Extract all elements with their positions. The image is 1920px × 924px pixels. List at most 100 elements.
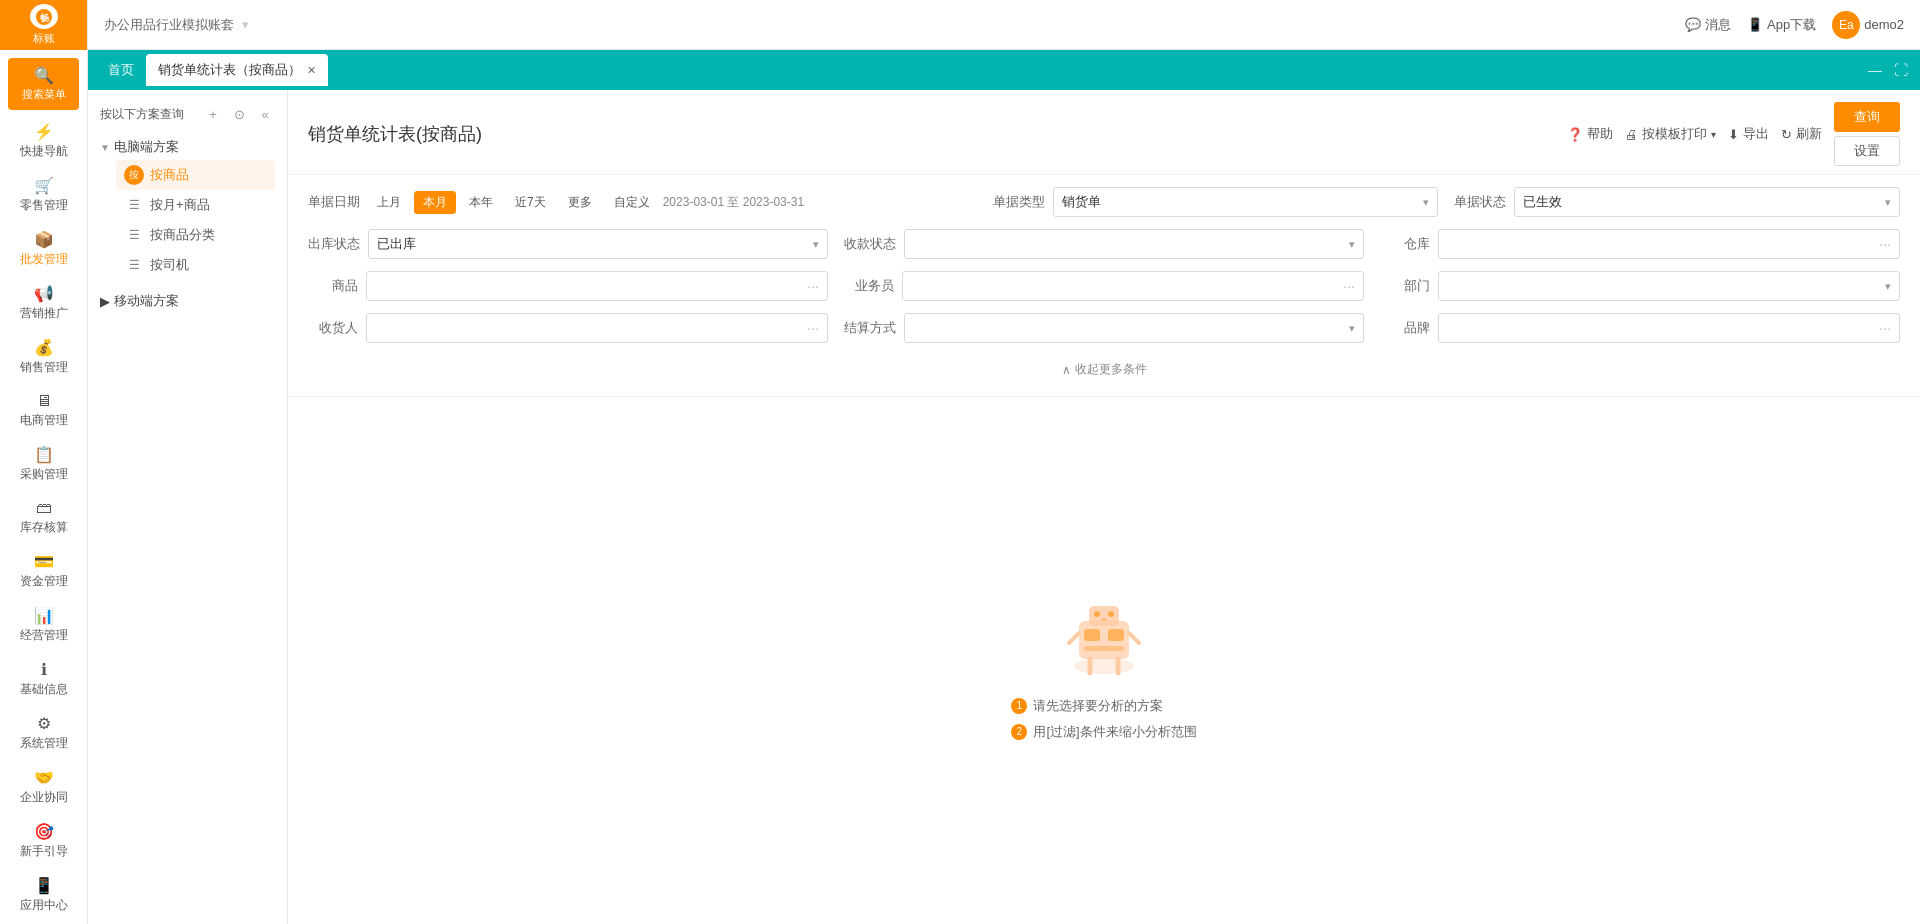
industry-label: 办公用品行业模拟账套: [104, 16, 234, 34]
empty-illustration: [1054, 581, 1154, 681]
add-scheme-btn[interactable]: +: [203, 104, 223, 124]
doctype-value: 销货单: [1062, 193, 1424, 211]
date-btn-more[interactable]: 更多: [559, 191, 601, 214]
department-arrow: ▾: [1885, 280, 1891, 293]
sidebar-item-quick-nav[interactable]: ⚡ 快捷导航: [0, 114, 87, 168]
scheme-item-by-category[interactable]: ☰ 按商品分类: [116, 220, 275, 250]
warehouse-control[interactable]: ···: [1438, 229, 1900, 259]
recipient-dots[interactable]: ···: [807, 320, 819, 336]
sidebar-item-search-menu[interactable]: 🔍 搜索菜单: [8, 58, 79, 110]
filter-item-department: 部门 ▾: [1380, 271, 1900, 301]
recipient-control[interactable]: ···: [366, 313, 828, 343]
date-btn-thisyear[interactable]: 本年: [460, 191, 502, 214]
docstatus-value: 已生效: [1523, 193, 1885, 211]
mobile-scheme-triangle: ▶: [100, 294, 110, 309]
pc-scheme-header[interactable]: ▼ 电脑端方案: [100, 134, 275, 160]
sidebar-label-purchase: 采购管理: [20, 466, 68, 483]
avatar: Ea: [1832, 11, 1860, 39]
brand-control[interactable]: ···: [1438, 313, 1900, 343]
tab-sales-stat[interactable]: 销货单统计表（按商品） ✕: [146, 54, 328, 86]
svg-rect-7: [1089, 606, 1119, 626]
filter-row-1: 单据日期 上月 本月 本年 近7天 更多 自定义 2023-03-01 至 20…: [308, 187, 1900, 217]
sidebar-item-basic[interactable]: ℹ 基础信息: [0, 652, 87, 706]
scheme-item-by-cashier[interactable]: ☰ 按司机: [116, 250, 275, 280]
app-download-label: App下载: [1767, 16, 1816, 34]
outstatus-value: 已出库: [377, 235, 813, 253]
sidebar-label-enterprise: 企业协同: [20, 789, 68, 806]
sidebar-item-operation[interactable]: 📊 经营管理: [0, 598, 87, 652]
sidebar-item-appstore[interactable]: 📱 应用中心: [0, 868, 87, 922]
tab-maximize-btn[interactable]: ⛶: [1890, 58, 1912, 82]
outstatus-select[interactable]: 已出库 ▾: [368, 229, 828, 259]
top-header: 办公用品行业模拟账套 ▾ 💬 消息 📱 App下载 Ea demo2: [88, 0, 1920, 50]
filter-item-payment: 收款状态 ▾: [844, 229, 1364, 259]
sidebar-label-operation: 经营管理: [20, 627, 68, 644]
department-select[interactable]: ▾: [1438, 271, 1900, 301]
sidebar-item-enterprise[interactable]: 🤝 企业协同: [0, 760, 87, 814]
brand-dots[interactable]: ···: [1879, 320, 1891, 336]
tab-close-btn[interactable]: ✕: [307, 64, 316, 77]
recipient-label: 收货人: [308, 319, 358, 337]
scheme-item-by-product[interactable]: 按 按商品: [116, 160, 275, 190]
sidebar-item-inventory[interactable]: 🗃 库存核算: [0, 491, 87, 544]
svg-text:畅: 畅: [39, 13, 48, 23]
date-btn-7days[interactable]: 近7天: [506, 191, 555, 214]
sidebar-item-purchase[interactable]: 📋 采购管理: [0, 437, 87, 491]
template-print-btn[interactable]: 🖨 按模板打印 ▾: [1625, 125, 1716, 143]
date-btn-custom[interactable]: 自定义: [605, 191, 659, 214]
by-category-label: 按商品分类: [150, 226, 215, 244]
export-btn[interactable]: ⬇ 导出: [1728, 125, 1769, 143]
app-download-btn[interactable]: 📱 App下载: [1747, 16, 1816, 34]
sidebar-item-sales[interactable]: 💰 销售管理: [0, 330, 87, 384]
sidebar-item-marketing[interactable]: 📢 营销推广: [0, 276, 87, 330]
collapse-btn[interactable]: ∧ 收起更多条件: [308, 355, 1900, 384]
salesperson-control[interactable]: ···: [902, 271, 1364, 301]
mobile-scheme-header[interactable]: ▶ 移动端方案: [100, 288, 275, 314]
sidebar-item-finance[interactable]: 💳 资金管理: [0, 544, 87, 598]
warehouse-dots[interactable]: ···: [1879, 236, 1891, 252]
messages-btn[interactable]: 💬 消息: [1685, 16, 1731, 34]
empty-state: 1 请先选择要分析的方案 2 用[过滤]条件来缩小分析范围: [288, 397, 1920, 924]
product-label: 商品: [308, 277, 358, 295]
tab-minimize-btn[interactable]: —: [1864, 58, 1886, 82]
system-icon: ⚙: [37, 714, 51, 733]
settlement-select[interactable]: ▾: [904, 313, 1364, 343]
date-btn-lastmonth[interactable]: 上月: [368, 191, 410, 214]
sidebar-label-appstore: 应用中心: [20, 897, 68, 914]
collapse-panel-btn[interactable]: «: [255, 104, 275, 124]
doctype-select[interactable]: 销货单 ▾: [1053, 187, 1439, 217]
download-icon: 📱: [1747, 17, 1763, 32]
user-profile[interactable]: Ea demo2: [1832, 11, 1904, 39]
settings-scheme-btn[interactable]: ⊙: [229, 104, 249, 124]
svg-rect-6: [1084, 646, 1124, 651]
page-title-bar: 销货单统计表(按商品) ❓ 帮助 🖨 按模板打印 ▾ ⬇ 导出: [288, 90, 1920, 175]
help-btn[interactable]: ❓ 帮助: [1567, 125, 1613, 143]
right-panel: 销货单统计表(按商品) ❓ 帮助 🖨 按模板打印 ▾ ⬇ 导出: [288, 90, 1920, 924]
message-icon: 💬: [1685, 17, 1701, 32]
date-control[interactable]: 上月 本月 本年 近7天 更多 自定义 2023-03-01 至 2023-03…: [368, 187, 977, 217]
sidebar-item-newbie[interactable]: 🎯 新手引导: [0, 814, 87, 868]
sidebar-item-retail[interactable]: 🛒 零售管理: [0, 168, 87, 222]
scheme-item-by-month-product[interactable]: ☰ 按月+商品: [116, 190, 275, 220]
tip-num-1: 1: [1011, 698, 1027, 714]
page-title: 销货单统计表(按商品): [308, 122, 482, 146]
date-btn-thismonth[interactable]: 本月: [414, 191, 456, 214]
svg-rect-4: [1084, 629, 1100, 641]
payment-select[interactable]: ▾: [904, 229, 1364, 259]
breadcrumb-arrow: ▾: [242, 17, 249, 32]
by-cashier-label: 按司机: [150, 256, 189, 274]
setting-btn[interactable]: 设置: [1834, 136, 1900, 166]
query-btn[interactable]: 查询: [1834, 102, 1900, 132]
tab-home[interactable]: 首页: [96, 54, 146, 86]
docstatus-select[interactable]: 已生效 ▾: [1514, 187, 1900, 217]
sidebar-item-ecommerce[interactable]: 🖥 电商管理: [0, 384, 87, 437]
refresh-btn[interactable]: ↻ 刷新: [1781, 125, 1822, 143]
product-control[interactable]: ···: [366, 271, 828, 301]
sidebar-item-system[interactable]: ⚙ 系统管理: [0, 706, 87, 760]
pc-scheme-items: 按 按商品 ☰ 按月+商品 ☰ 按商品分类 ☰ 按司机: [100, 160, 275, 280]
salesperson-dots[interactable]: ···: [1343, 278, 1355, 294]
page-actions: ❓ 帮助 🖨 按模板打印 ▾ ⬇ 导出 ↻ 刷新: [1567, 102, 1900, 166]
tip-text-1: 请先选择要分析的方案: [1033, 697, 1163, 715]
sidebar-item-wholesale[interactable]: 📦 批发管理: [0, 222, 87, 276]
product-dots[interactable]: ···: [807, 278, 819, 294]
